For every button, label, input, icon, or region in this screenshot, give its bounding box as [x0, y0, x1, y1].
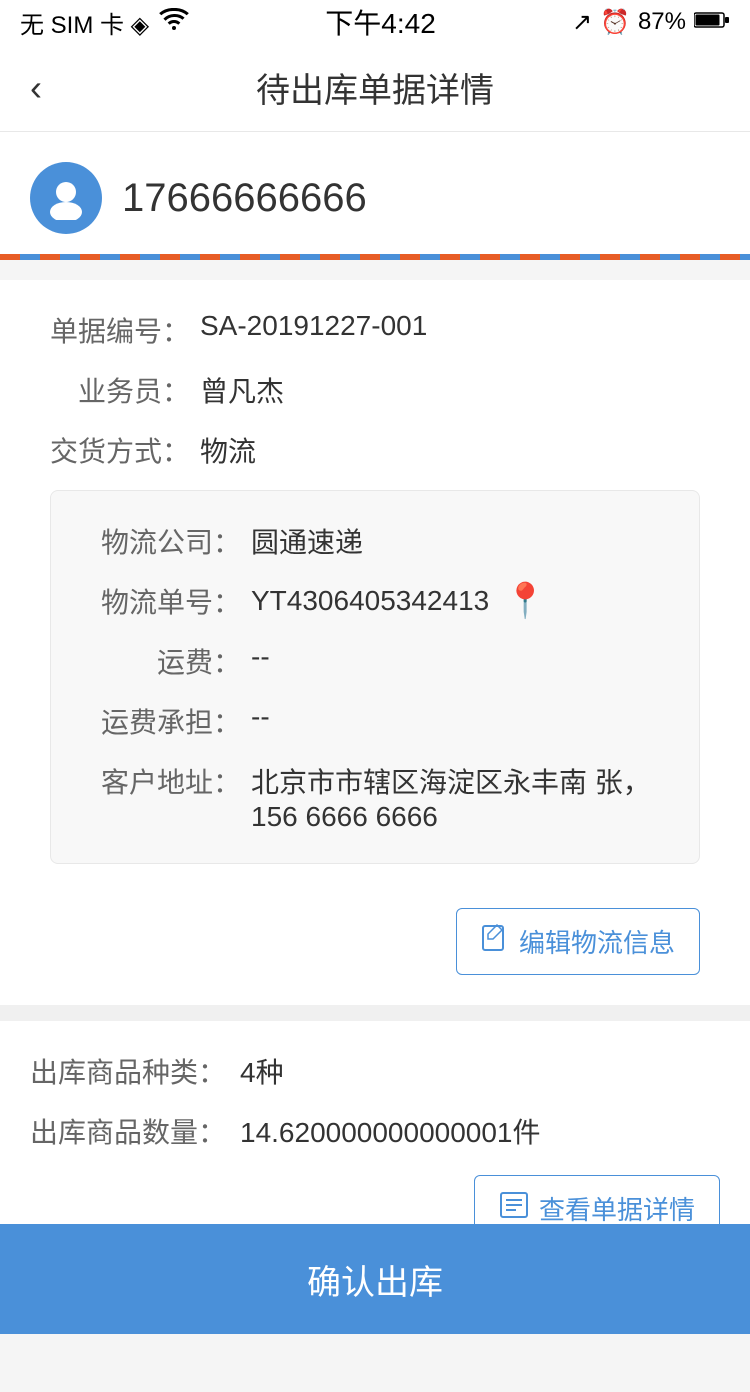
wifi-icon [159, 8, 189, 37]
content-area: 17666666666 单据编号： SA-20191227-001 业务员： 曾… [0, 132, 750, 1392]
status-bar: 无 SIM 卡 ◈ 下午4:42 ↗ ⏰ 87% [0, 0, 750, 44]
freight-row: 运费： -- [81, 641, 669, 681]
location-pin-icon[interactable]: 📍 [504, 581, 546, 621]
delivery-row: 交货方式： 物流 [30, 430, 720, 470]
dashed-separator [0, 254, 750, 260]
logistics-tracking-value: YT4306405342413 📍 [251, 581, 669, 621]
freight-bearer-label: 运费承担： [81, 701, 241, 741]
avatar [30, 162, 102, 234]
address-label: 客户地址： [81, 761, 241, 801]
bottom-bar[interactable]: 确认出库 [0, 1224, 750, 1334]
delivery-label: 交货方式： [30, 430, 190, 470]
goods-type-row: 出库商品种类： 4种 [30, 1051, 720, 1091]
edit-icon [481, 924, 509, 959]
logistics-company-value: 圆通速递 [251, 521, 669, 561]
battery-text: 87% [638, 8, 686, 36]
address-value: 北京市市辖区海淀区永丰南 张，156 6666 6666 [251, 761, 669, 833]
view-detail-label: 查看单据详情 [539, 1190, 695, 1227]
status-time: 下午4:42 [325, 2, 436, 42]
edit-logistics-container: 编辑物流信息 [30, 888, 720, 975]
salesperson-value: 曾凡杰 [200, 370, 720, 410]
user-icon [44, 176, 88, 220]
customer-phone: 17666666666 [122, 176, 367, 221]
goods-type-label: 出库商品种类： [30, 1051, 230, 1091]
alarm-icon: ⏰ [600, 8, 630, 37]
edit-logistics-button[interactable]: 编辑物流信息 [456, 908, 700, 975]
address-row: 客户地址： 北京市市辖区海淀区永丰南 张，156 6666 6666 [81, 761, 669, 833]
freight-bearer-row: 运费承担： -- [81, 701, 669, 741]
goods-type-value: 4种 [240, 1051, 284, 1091]
document-number-value: SA-20191227-001 [200, 310, 720, 342]
freight-value: -- [251, 641, 669, 673]
edit-logistics-label: 编辑物流信息 [519, 923, 675, 960]
location-arrow-icon: ↗ [572, 8, 592, 37]
document-info-section: 单据编号： SA-20191227-001 业务员： 曾凡杰 交货方式： 物流 … [0, 280, 750, 1005]
document-number-row: 单据编号： SA-20191227-001 [30, 310, 720, 350]
confirm-button-text: 确认出库 [307, 1255, 443, 1304]
status-right: ↗ ⏰ 87% [572, 8, 730, 37]
detail-list-icon [499, 1191, 529, 1226]
logistics-tracking-label: 物流单号： [81, 581, 241, 621]
status-left: 无 SIM 卡 ◈ [20, 5, 189, 40]
logistics-company-label: 物流公司： [81, 521, 241, 561]
delivery-value: 物流 [200, 430, 720, 470]
logistics-company-row: 物流公司： 圆通速递 [81, 521, 669, 561]
goods-quantity-value: 14.620000000000001件 [240, 1111, 541, 1151]
document-number-label: 单据编号： [30, 310, 190, 350]
goods-quantity-row: 出库商品数量： 14.620000000000001件 [30, 1111, 720, 1151]
sim-text: 无 SIM 卡 ◈ [20, 5, 149, 40]
section-divider [0, 1005, 750, 1021]
goods-quantity-label: 出库商品数量： [30, 1111, 230, 1151]
back-button[interactable]: ‹ [30, 67, 42, 109]
salesperson-row: 业务员： 曾凡杰 [30, 370, 720, 410]
freight-label: 运费： [81, 641, 241, 681]
customer-header: 17666666666 [0, 132, 750, 254]
logistics-section: 物流公司： 圆通速递 物流单号： YT4306405342413 📍 运费： -… [50, 490, 700, 864]
salesperson-label: 业务员： [30, 370, 190, 410]
page-title: 待出库单据详情 [256, 63, 494, 112]
freight-bearer-value: -- [251, 701, 669, 733]
battery-icon [694, 8, 730, 36]
nav-bar: ‹ 待出库单据详情 [0, 44, 750, 132]
logistics-tracking-row: 物流单号： YT4306405342413 📍 [81, 581, 669, 621]
